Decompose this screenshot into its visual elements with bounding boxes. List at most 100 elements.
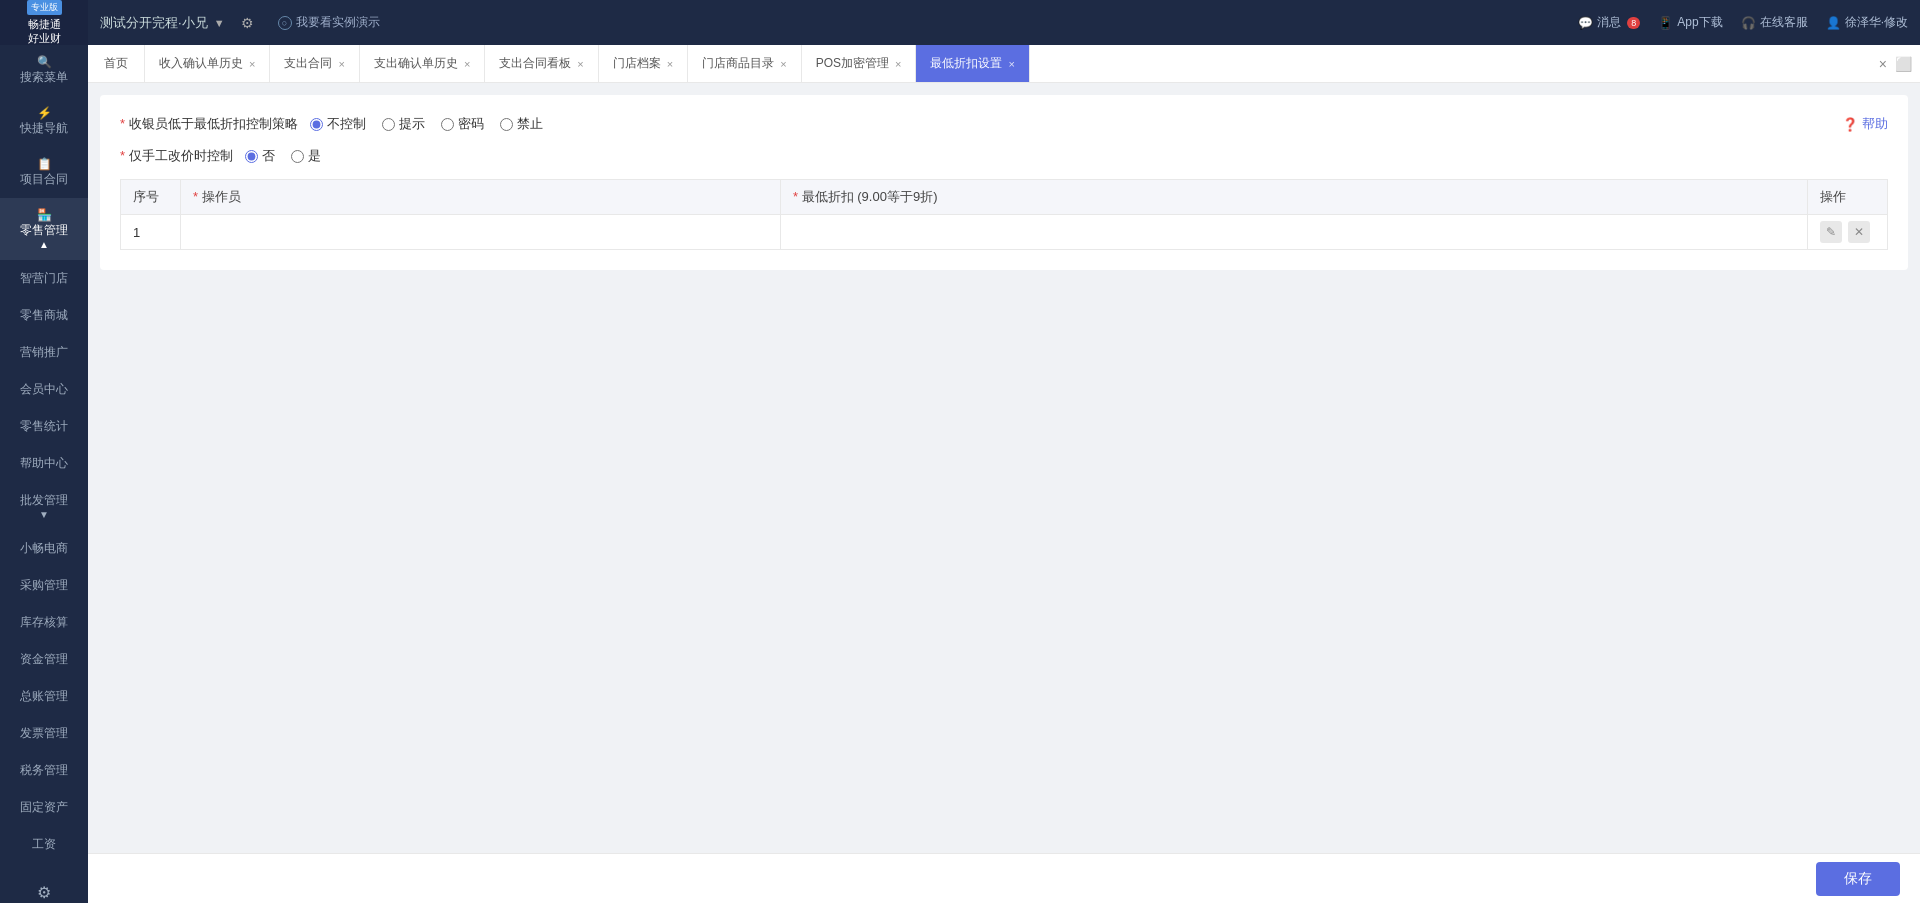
batch-arrow-icon: ▼ bbox=[39, 509, 49, 520]
tab-pos-password[interactable]: POS加密管理 × bbox=[802, 45, 917, 82]
bottom-bar: 保存 bbox=[88, 853, 1920, 903]
table-row: 1 ✎ ✕ bbox=[121, 215, 1888, 250]
sidebar-item-ecommerce[interactable]: 小畅电商 bbox=[0, 530, 88, 567]
radio-yes-input[interactable] bbox=[291, 150, 304, 163]
sidebar-item-inventory[interactable]: 库存核算 bbox=[0, 604, 88, 641]
sidebar-item-invoice[interactable]: 发票管理 bbox=[0, 715, 88, 752]
help-button[interactable]: ❓ 帮助 bbox=[1842, 115, 1888, 133]
sidebar-item-purchase[interactable]: 采购管理 bbox=[0, 567, 88, 604]
project-selector[interactable]: 测试分开完程·小兄 ▼ bbox=[100, 14, 225, 32]
tab-store-goods-catalog-close[interactable]: × bbox=[780, 58, 786, 70]
col-header-action: 操作 bbox=[1808, 180, 1888, 215]
radio-no-input[interactable] bbox=[245, 150, 258, 163]
settings-gear-icon[interactable]: ⚙ bbox=[37, 883, 51, 902]
sidebar-item-retail-stats[interactable]: 零售统计 bbox=[0, 408, 88, 445]
tab-store-goods-catalog[interactable]: 门店商品目录 × bbox=[688, 45, 801, 82]
edit-icon[interactable]: ✎ bbox=[1820, 221, 1842, 243]
sidebar-label-ledger: 总账管理 bbox=[20, 688, 68, 705]
radio-no-control[interactable]: 不控制 bbox=[310, 115, 366, 133]
sidebar-item-ledger[interactable]: 总账管理 bbox=[0, 678, 88, 715]
radio-no-label: 否 bbox=[262, 147, 275, 165]
radio-no-control-label: 不控制 bbox=[327, 115, 366, 133]
sidebar-item-smart-store[interactable]: 智营门店 bbox=[0, 260, 88, 297]
sidebar-item-batch[interactable]: 批发管理 ▼ bbox=[0, 482, 88, 530]
main-area: 测试分开完程·小兄 ▼ ⚙ ○ 我要看实例演示 💬 消息 8 📱 App下载 🎧… bbox=[88, 0, 1920, 903]
sidebar-item-salary[interactable]: 工资 bbox=[0, 826, 88, 863]
topbar: 测试分开完程·小兄 ▼ ⚙ ○ 我要看实例演示 💬 消息 8 📱 App下载 🎧… bbox=[88, 0, 1920, 45]
demo-link[interactable]: ○ 我要看实例演示 bbox=[278, 14, 380, 31]
retail-icon: 🏪 bbox=[37, 208, 52, 222]
radio-yes[interactable]: 是 bbox=[291, 147, 321, 165]
page-content: 收银员低于最低折扣控制策略 不控制 提示 密码 bbox=[88, 83, 1920, 853]
sidebar-item-member[interactable]: 会员中心 bbox=[0, 371, 88, 408]
cell-min-discount bbox=[781, 215, 1808, 250]
project-name: 测试分开完程·小兄 bbox=[100, 14, 208, 32]
app-name: 畅捷通好业财 bbox=[27, 17, 62, 46]
radio-forbid-label: 禁止 bbox=[517, 115, 543, 133]
sidebar-item-help[interactable]: 帮助中心 bbox=[0, 445, 88, 482]
sidebar-item-settings[interactable]: ⚙ bbox=[33, 873, 55, 903]
sidebar-label-finance: 资金管理 bbox=[20, 651, 68, 668]
tab-home[interactable]: 首页 bbox=[88, 45, 145, 82]
tabs-bar: 首页 收入确认单历史 × 支出合同 × 支出确认单历史 × 支出合同看板 × 门… bbox=[88, 45, 1920, 83]
topbar-settings-icon[interactable]: ⚙ bbox=[241, 15, 254, 31]
user-name: 徐泽华·修改 bbox=[1845, 14, 1908, 31]
radio-no[interactable]: 否 bbox=[245, 147, 275, 165]
sidebar-item-quicknav[interactable]: ⚡ 快捷导航 bbox=[0, 96, 88, 147]
sidebar-item-tax[interactable]: 税务管理 bbox=[0, 752, 88, 789]
sidebar-label-marketing: 营销推广 bbox=[20, 344, 68, 361]
radio-prompt[interactable]: 提示 bbox=[382, 115, 425, 133]
tab-payment-contract[interactable]: 支出合同 × bbox=[270, 45, 359, 82]
tab-income-confirm-history[interactable]: 收入确认单历史 × bbox=[145, 45, 270, 82]
tab-min-discount-setting[interactable]: 最低折扣设置 × bbox=[916, 45, 1029, 82]
sidebar-label-fixed-assets: 固定资产 bbox=[20, 799, 68, 816]
radio-prompt-input[interactable] bbox=[382, 118, 395, 131]
radio-forbid[interactable]: 禁止 bbox=[500, 115, 543, 133]
content-panel: 收银员低于最低折扣控制策略 不控制 提示 密码 bbox=[100, 95, 1908, 270]
sidebar-label-smart-store: 智营门店 bbox=[20, 270, 68, 287]
tab-min-discount-setting-close[interactable]: × bbox=[1008, 58, 1014, 70]
tab-payment-confirm-history-close[interactable]: × bbox=[464, 58, 470, 70]
radio-forbid-input[interactable] bbox=[500, 118, 513, 131]
quicknav-icon: ⚡ bbox=[37, 106, 52, 120]
sidebar-item-finance[interactable]: 资金管理 bbox=[0, 641, 88, 678]
tab-pos-password-close[interactable]: × bbox=[895, 58, 901, 70]
sidebar-label-ecommerce: 小畅电商 bbox=[20, 540, 68, 557]
sidebar-label-tax: 税务管理 bbox=[20, 762, 68, 779]
sidebar-item-fixed-assets[interactable]: 固定资产 bbox=[0, 789, 88, 826]
tab-min-discount-setting-label: 最低折扣设置 bbox=[930, 55, 1002, 72]
tab-payment-contract-board-close[interactable]: × bbox=[577, 58, 583, 70]
save-button[interactable]: 保存 bbox=[1816, 862, 1900, 896]
demo-text: 我要看实例演示 bbox=[296, 14, 380, 31]
download-icon: 📱 bbox=[1658, 16, 1673, 30]
sidebar-item-retail-mall[interactable]: 零售商城 bbox=[0, 297, 88, 334]
user-menu[interactable]: 👤 徐泽华·修改 bbox=[1826, 14, 1908, 31]
radio-no-control-input[interactable] bbox=[310, 118, 323, 131]
sidebar-item-marketing[interactable]: 营销推广 bbox=[0, 334, 88, 371]
online-service-btn[interactable]: 🎧 在线客服 bbox=[1741, 14, 1808, 31]
app-download-btn[interactable]: 📱 App下载 bbox=[1658, 14, 1722, 31]
tab-more-icon[interactable]: ⬜ bbox=[1895, 56, 1912, 72]
discount-table: 序号 操作员 最低折扣 (9.00等于9折) 操作 1 bbox=[120, 179, 1888, 250]
message-badge: 8 bbox=[1627, 17, 1640, 29]
tab-close-all-icon[interactable]: × bbox=[1879, 56, 1887, 72]
tab-payment-contract-close[interactable]: × bbox=[338, 58, 344, 70]
message-btn[interactable]: 💬 消息 8 bbox=[1578, 14, 1640, 31]
tab-payment-contract-board[interactable]: 支出合同看板 × bbox=[485, 45, 598, 82]
cell-operator bbox=[181, 215, 781, 250]
cell-seq: 1 bbox=[121, 215, 181, 250]
radio-password[interactable]: 密码 bbox=[441, 115, 484, 133]
tab-store-file-close[interactable]: × bbox=[667, 58, 673, 70]
tab-income-confirm-history-close[interactable]: × bbox=[249, 58, 255, 70]
action-icons: ✎ ✕ bbox=[1820, 221, 1875, 243]
sidebar-item-project-contract[interactable]: 📋 项目合同 bbox=[0, 147, 88, 198]
delete-icon[interactable]: ✕ bbox=[1848, 221, 1870, 243]
sidebar-label-retail-mall: 零售商城 bbox=[20, 307, 68, 324]
tab-payment-confirm-history[interactable]: 支出确认单历史 × bbox=[360, 45, 485, 82]
tab-store-file[interactable]: 门店档案 × bbox=[599, 45, 688, 82]
sidebar-item-retail[interactable]: 🏪 零售管理 ▲ bbox=[0, 198, 88, 260]
sidebar-item-search[interactable]: 🔍 搜索菜单 bbox=[0, 45, 88, 96]
radio-password-input[interactable] bbox=[441, 118, 454, 131]
sidebar-label-invoice: 发票管理 bbox=[20, 725, 68, 742]
user-avatar-icon: 👤 bbox=[1826, 16, 1841, 30]
